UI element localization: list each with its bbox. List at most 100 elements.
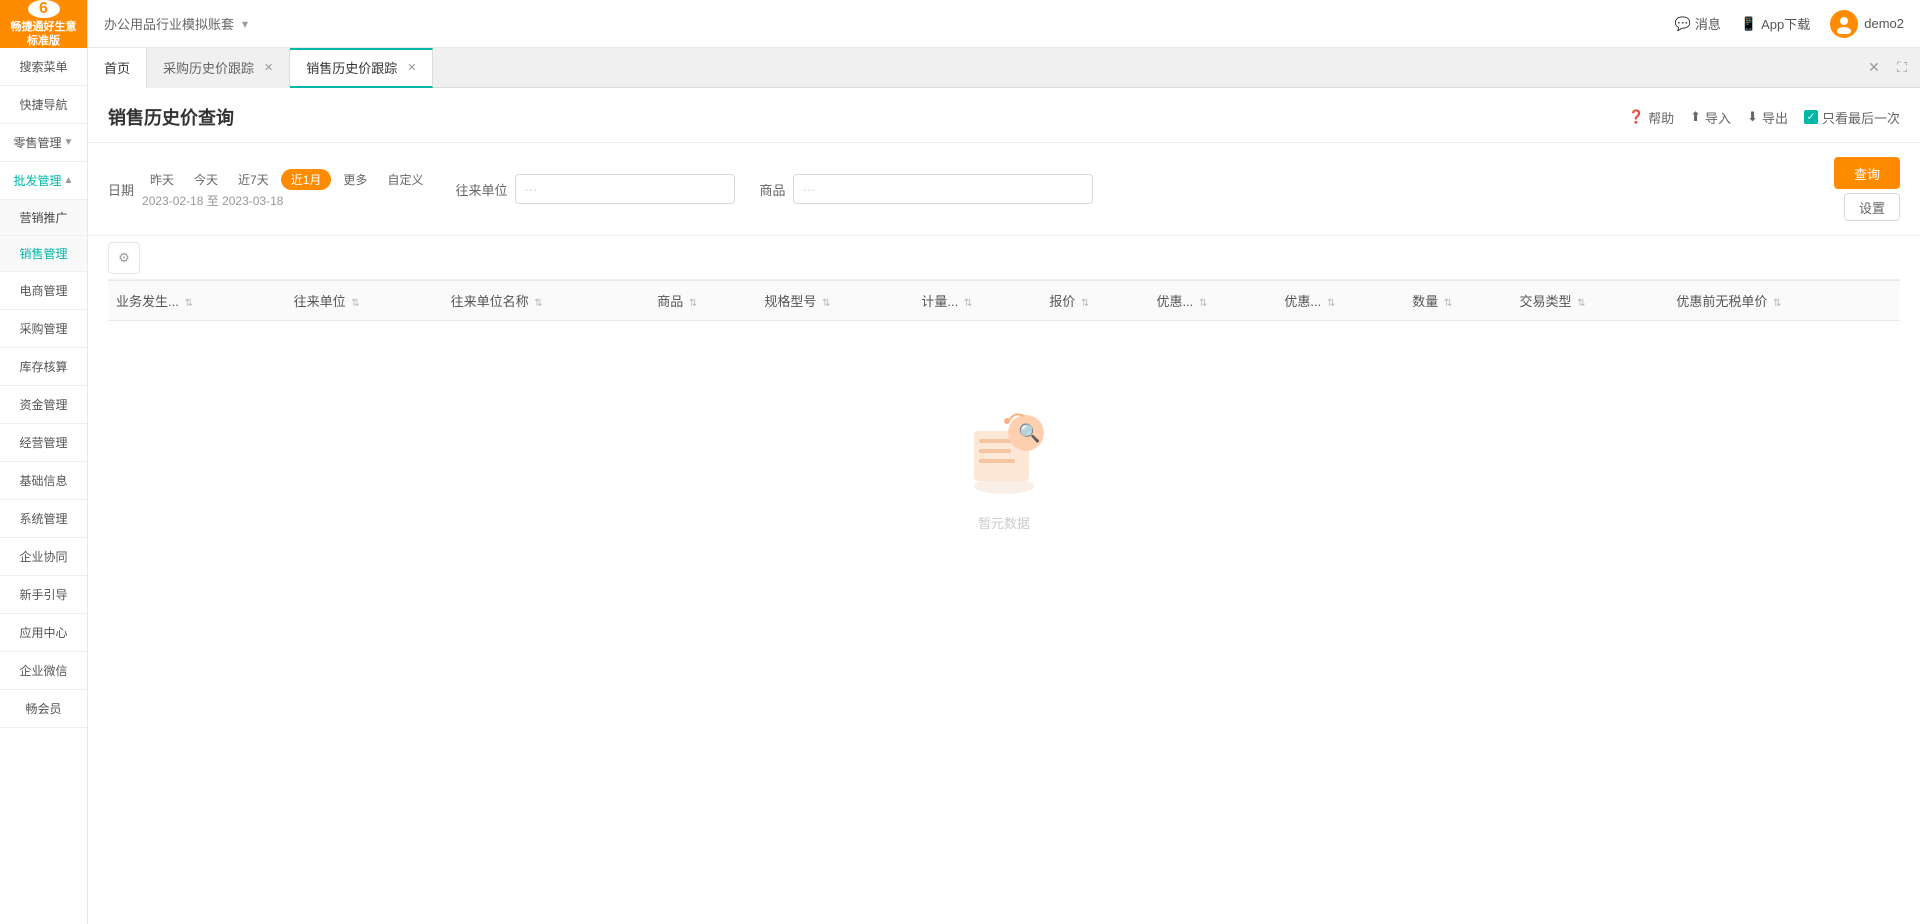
date-filter-group: 日期 昨天 今天 近7天 近1月 更多 自定义 2023-02-18 至 202… xyxy=(108,169,431,209)
sort-icon: ⇅ xyxy=(964,298,972,309)
message-button[interactable]: 💬 消息 xyxy=(1675,14,1721,33)
sort-icon: ⇅ xyxy=(351,298,359,309)
tabs-bar: 首页 采购历史价跟踪 ✕ 销售历史价跟踪 ✕ ✕ ⛶ xyxy=(88,48,1920,88)
date-yesterday[interactable]: 昨天 xyxy=(142,169,182,190)
sort-icon: ⇅ xyxy=(822,298,830,309)
col-partner[interactable]: 往来单位 ⇅ xyxy=(286,281,443,321)
date-today[interactable]: 今天 xyxy=(186,169,226,190)
table-toolbar: ⚙ xyxy=(108,236,1900,280)
workspace-dropdown[interactable]: ▾ xyxy=(242,17,248,31)
sidebar-item-enterprise[interactable]: 企业协同 xyxy=(0,538,87,576)
date-buttons: 昨天 今天 近7天 近1月 更多 自定义 xyxy=(142,169,431,190)
sort-icon: ⇅ xyxy=(1444,298,1452,309)
import-button[interactable]: ⬆ 导入 xyxy=(1690,108,1731,127)
sidebar-item-operations[interactable]: 经营管理 xyxy=(0,424,87,462)
tab-sales-history[interactable]: 销售历史价跟踪 ✕ xyxy=(290,48,433,88)
tab-close-all-button[interactable]: ✕ xyxy=(1864,58,1884,78)
chevron-up-icon: ▲ xyxy=(64,175,74,186)
sidebar: 6 畅捷通好生意 标准版 搜索菜单 快捷导航 零售管理 ▼ 批发管理 ▲ 营销推… xyxy=(0,0,88,924)
app-download-button[interactable]: 📱 App下载 xyxy=(1741,14,1810,33)
sort-icon: ⇅ xyxy=(1577,298,1585,309)
product-placeholder: ··· xyxy=(802,182,815,197)
supplier-input[interactable]: ··· xyxy=(515,174,735,204)
sidebar-item-inventory[interactable]: 库存核算 xyxy=(0,348,87,386)
help-button[interactable]: ❓ 帮助 xyxy=(1628,108,1674,127)
query-button[interactable]: 查询 xyxy=(1834,157,1900,189)
export-button[interactable]: ⬇ 导出 xyxy=(1747,108,1788,127)
date-1month[interactable]: 近1月 xyxy=(281,169,332,190)
supplier-filter-label: 往来单位 xyxy=(455,180,507,199)
date-more[interactable]: 更多 xyxy=(335,169,375,190)
main-area: 办公用品行业模拟账套 ▾ 💬 消息 📱 App下载 demo2 首页 xyxy=(88,0,1920,924)
topbar: 办公用品行业模拟账套 ▾ 💬 消息 📱 App下载 demo2 xyxy=(88,0,1920,48)
import-icon: ⬆ xyxy=(1690,109,1701,125)
date-7days[interactable]: 近7天 xyxy=(230,169,277,190)
tab-maximize-button[interactable]: ⛶ xyxy=(1892,58,1912,78)
date-filter-label: 日期 xyxy=(108,180,134,199)
tab-purchase-close[interactable]: ✕ xyxy=(264,61,273,74)
download-icon: 📱 xyxy=(1741,16,1757,32)
col-date[interactable]: 业务发生... ⇅ xyxy=(108,281,286,321)
sort-icon: ⇅ xyxy=(534,298,542,309)
table-header-row: 业务发生... ⇅ 往来单位 ⇅ 往来单位名称 ⇅ 商品 xyxy=(108,281,1900,321)
sidebar-item-quicknav[interactable]: 快捷导航 xyxy=(0,86,87,124)
col-discount1[interactable]: 优惠... ⇅ xyxy=(1148,281,1276,321)
data-table: 业务发生... ⇅ 往来单位 ⇅ 往来单位名称 ⇅ 商品 xyxy=(108,280,1900,321)
tab-sales-close[interactable]: ✕ xyxy=(407,61,416,74)
empty-text: 暂元数据 xyxy=(978,513,1030,532)
col-price[interactable]: 报价 ⇅ xyxy=(1041,281,1148,321)
date-custom[interactable]: 自定义 xyxy=(379,169,431,190)
sort-icon: ⇅ xyxy=(1199,298,1207,309)
supplier-filter-group: 往来单位 ··· xyxy=(455,174,735,204)
product-filter-label: 商品 xyxy=(759,180,785,199)
col-type[interactable]: 交易类型 ⇅ xyxy=(1511,281,1668,321)
only-last-checkbox[interactable] xyxy=(1804,110,1818,124)
col-qty[interactable]: 数量 ⇅ xyxy=(1404,281,1511,321)
app-logo: 6 畅捷通好生意 标准版 xyxy=(0,0,87,48)
page-title: 销售历史价查询 xyxy=(108,104,234,130)
sidebar-item-basic-info[interactable]: 基础信息 xyxy=(0,462,87,500)
logo-text: 畅捷通好生意 xyxy=(11,20,77,34)
col-unit[interactable]: 计量... ⇅ xyxy=(913,281,1041,321)
col-product[interactable]: 商品 ⇅ xyxy=(649,281,756,321)
sidebar-item-marketing[interactable]: 营销推广 xyxy=(0,200,87,236)
table-settings-icon[interactable]: ⚙ xyxy=(108,242,140,274)
sidebar-item-finance[interactable]: 资金管理 xyxy=(0,386,87,424)
sidebar-item-membership[interactable]: 畅会员 xyxy=(0,690,87,728)
empty-image: 🔍 xyxy=(954,401,1054,501)
sidebar-item-wechat[interactable]: 企业微信 xyxy=(0,652,87,690)
supplier-placeholder: ··· xyxy=(524,182,537,197)
message-icon: 💬 xyxy=(1675,16,1691,32)
sidebar-item-wholesale[interactable]: 批发管理 ▲ xyxy=(0,162,87,200)
sidebar-item-guide[interactable]: 新手引导 xyxy=(0,576,87,614)
tab-purchase-label: 采购历史价跟踪 xyxy=(163,58,254,77)
col-partner-name[interactable]: 往来单位名称 ⇅ xyxy=(443,281,650,321)
user-menu[interactable]: demo2 xyxy=(1830,10,1904,38)
sidebar-item-apps[interactable]: 应用中心 xyxy=(0,614,87,652)
svg-text:🔍: 🔍 xyxy=(1018,421,1040,443)
export-icon: ⬇ xyxy=(1747,109,1758,125)
only-last-checkbox-label[interactable]: 只看最后一次 xyxy=(1804,108,1900,127)
sort-icon: ⇅ xyxy=(184,298,192,309)
sidebar-item-ecommerce[interactable]: 电商管理 xyxy=(0,272,87,310)
sidebar-item-retail[interactable]: 零售管理 ▼ xyxy=(0,124,87,162)
tabs-controls: ✕ ⛶ xyxy=(1864,58,1920,78)
table-container: ⚙ 业务发生... ⇅ 往来单位 ⇅ 往来单位名称 xyxy=(88,236,1920,612)
page-actions: ❓ 帮助 ⬆ 导入 ⬇ 导出 只看最后一次 xyxy=(1628,108,1900,127)
product-input[interactable]: ··· xyxy=(793,174,1093,204)
sidebar-item-system[interactable]: 系统管理 xyxy=(0,500,87,538)
sidebar-item-sales[interactable]: 销售管理 xyxy=(0,236,87,272)
tab-home-label: 首页 xyxy=(104,58,130,77)
col-discount2[interactable]: 优惠... ⇅ xyxy=(1276,281,1404,321)
col-spec[interactable]: 规格型号 ⇅ xyxy=(756,281,913,321)
tab-purchase-history[interactable]: 采购历史价跟踪 ✕ xyxy=(147,48,290,88)
col-pretax-price[interactable]: 优惠前无税单价 ⇅ xyxy=(1668,281,1900,321)
page-content: 销售历史价查询 ❓ 帮助 ⬆ 导入 ⬇ 导出 只看最后一次 xyxy=(88,88,1920,924)
topbar-left: 办公用品行业模拟账套 ▾ xyxy=(104,14,248,33)
settings-button[interactable]: 设置 xyxy=(1844,193,1900,221)
sidebar-item-search[interactable]: 搜索菜单 xyxy=(0,48,87,86)
product-filter-group: 商品 ··· xyxy=(759,174,1093,204)
page-header: 销售历史价查询 ❓ 帮助 ⬆ 导入 ⬇ 导出 只看最后一次 xyxy=(88,88,1920,143)
sidebar-item-purchase[interactable]: 采购管理 xyxy=(0,310,87,348)
tab-home[interactable]: 首页 xyxy=(88,48,147,88)
